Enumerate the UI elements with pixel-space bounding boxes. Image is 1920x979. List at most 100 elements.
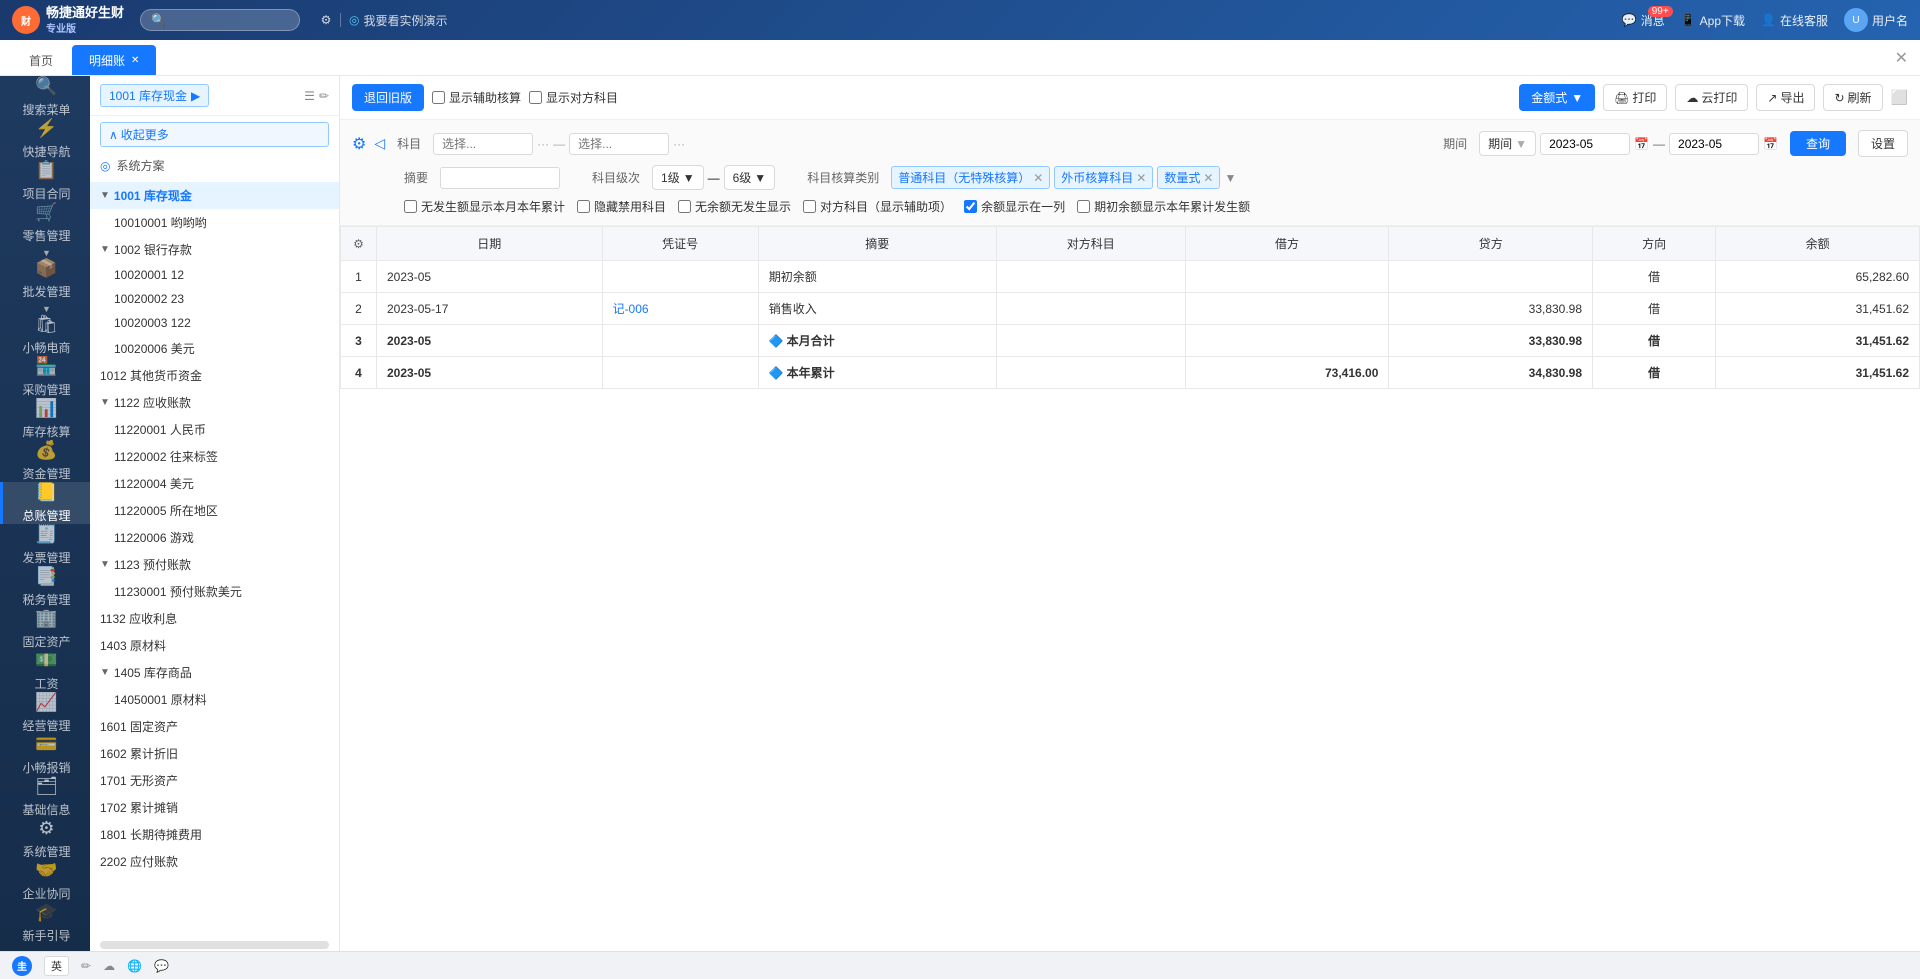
sidebar-item-wholesale[interactable]: 📦 批发管理 ▼: [0, 258, 90, 314]
sidebar-item-tax[interactable]: 📑 税务管理: [0, 566, 90, 608]
message-button[interactable]: 💬 消息 99+: [1622, 12, 1665, 29]
sidebar-item-system[interactable]: ⚙ 系统管理: [0, 818, 90, 860]
query-button[interactable]: 查询: [1790, 131, 1846, 156]
filter-tag-0-close[interactable]: ✕: [1033, 171, 1043, 185]
tree-item-11220006[interactable]: 11220006 游戏: [90, 524, 339, 551]
sidebar-item-assets[interactable]: 🏢 固定资产: [0, 608, 90, 650]
tree-item-11220001[interactable]: 11220001 人民币: [90, 416, 339, 443]
tree-item-1702[interactable]: 1702 累计摊销: [90, 794, 339, 821]
amount-format-button[interactable]: 金额式 ▼: [1519, 84, 1595, 111]
app-download-button[interactable]: 📱 App下载: [1681, 12, 1745, 29]
show-contra-checkbox[interactable]: 显示对方科目: [529, 89, 618, 106]
edit-icon[interactable]: ✏: [319, 89, 329, 103]
sidebar-item-finance[interactable]: 💰 资金管理: [0, 440, 90, 482]
subject-input[interactable]: [433, 133, 533, 155]
show-aux-checkbox[interactable]: 显示辅助核算: [432, 89, 521, 106]
period-type-button[interactable]: 期间 ▼: [1479, 131, 1536, 156]
tree-item-10020006[interactable]: 10020006 美元: [90, 335, 339, 362]
tab-close-icon[interactable]: ✕: [131, 55, 139, 66]
tree-item-11230001[interactable]: 11230001 预付账款美元: [90, 578, 339, 605]
filter-settings-icon[interactable]: ⚙: [352, 134, 366, 154]
account-tag[interactable]: 1001 库存现金 ▶: [100, 84, 209, 107]
tree-item-2202[interactable]: 2202 应付账款: [90, 848, 339, 875]
tree-scrollbar[interactable]: [100, 941, 329, 949]
tree-item-1701[interactable]: 1701 无形资产: [90, 767, 339, 794]
sidebar-item-ecommerce[interactable]: 🛍 小畅电商: [0, 314, 90, 356]
subject-calc-dropdown-icon[interactable]: ▼: [1224, 171, 1236, 185]
filter-collapse-icon[interactable]: ◁: [374, 135, 385, 152]
tree-item-11220005[interactable]: 11220005 所在地区: [90, 497, 339, 524]
sidebar-item-project[interactable]: 📋 项目合同: [0, 160, 90, 202]
level-end-button[interactable]: 6级 ▼: [724, 165, 776, 190]
checkbox-4[interactable]: 余额显示在一列: [964, 198, 1065, 215]
checkbox-0[interactable]: 无发生额显示本月本年累计: [404, 198, 565, 215]
panel-expand-icon[interactable]: ⬜: [1891, 89, 1908, 106]
expand-button[interactable]: ∧ 收起更多: [100, 122, 329, 147]
sidebar-item-ledger[interactable]: 📒 总账管理: [0, 482, 90, 524]
search-input[interactable]: [170, 13, 290, 27]
sidebar-gear-button[interactable]: ⚙: [0, 944, 90, 951]
tab-home[interactable]: 首页: [12, 45, 70, 75]
back-old-version-button[interactable]: 退回旧版: [352, 84, 424, 111]
period-end-calendar-icon[interactable]: 📅: [1763, 137, 1778, 151]
export-button[interactable]: ↗ 导出: [1756, 84, 1815, 111]
tree-item-10020001[interactable]: 10020001 12: [90, 263, 339, 287]
tree-item-14050001[interactable]: 14050001 原材料: [90, 686, 339, 713]
tree-item-1123[interactable]: ▼ 1123 预付账款: [90, 551, 339, 578]
sidebar-item-collab[interactable]: 🤝 企业协同: [0, 860, 90, 902]
tree-item-1403[interactable]: 1403 原材料: [90, 632, 339, 659]
tree-item-1405[interactable]: ▼ 1405 库存商品: [90, 659, 339, 686]
filter-tag-2-close[interactable]: ✕: [1203, 171, 1213, 185]
sidebar-item-expense[interactable]: 💳 小畅报销: [0, 734, 90, 776]
sidebar-item-purchase[interactable]: 🏪 采购管理: [0, 356, 90, 398]
checkbox-5[interactable]: 期初余额显示本年累计发生额: [1077, 198, 1250, 215]
top-search-box[interactable]: 🔍: [140, 9, 300, 31]
checkbox-1[interactable]: 隐藏禁用科目: [577, 198, 666, 215]
sidebar-item-management[interactable]: 📈 经营管理: [0, 692, 90, 734]
tree-item-11220002[interactable]: 11220002 往来标签: [90, 443, 339, 470]
tree-item-1132[interactable]: 1132 应收利息: [90, 605, 339, 632]
tree-item-1801[interactable]: 1801 长期待摊费用: [90, 821, 339, 848]
tree-item-1602[interactable]: 1602 累计折旧: [90, 740, 339, 767]
tree-item-10010001[interactable]: 10010001 哟哟哟: [90, 209, 339, 236]
sidebar-item-basic-info[interactable]: 🗂 基础信息: [0, 776, 90, 818]
sidebar-item-invoice[interactable]: 🧾 发票管理: [0, 524, 90, 566]
tab-close-all-icon[interactable]: ✕: [1895, 48, 1908, 68]
language-button[interactable]: 英: [44, 956, 69, 976]
tree-item-1122[interactable]: ▼ 1122 应收账款: [90, 389, 339, 416]
table-settings-icon[interactable]: ⚙: [353, 237, 364, 251]
checkbox-3[interactable]: 对方科目（显示辅助项）: [803, 198, 952, 215]
sidebar-item-salary[interactable]: 💵 工资: [0, 650, 90, 692]
sidebar-item-quick-nav[interactable]: ⚡ 快捷导航: [0, 118, 90, 160]
voucher-link[interactable]: 记-006: [613, 302, 649, 316]
status-icon-2[interactable]: ☁: [103, 959, 115, 973]
summary-input[interactable]: [440, 167, 560, 189]
help-button[interactable]: 圭: [12, 956, 32, 976]
refresh-button[interactable]: ↻ 刷新: [1823, 84, 1882, 111]
subject-end-input[interactable]: [569, 133, 669, 155]
status-icon-4[interactable]: 💬: [154, 959, 169, 973]
row-2-voucher[interactable]: 记-006: [602, 293, 758, 325]
filter-tag-1-close[interactable]: ✕: [1136, 171, 1146, 185]
tree-item-1601[interactable]: 1601 固定资产: [90, 713, 339, 740]
checkbox-2[interactable]: 无余额无发生显示: [678, 198, 791, 215]
online-service-button[interactable]: 👤 在线客服: [1761, 12, 1828, 29]
sidebar-item-search[interactable]: 🔍 搜索菜单: [0, 76, 90, 118]
sidebar-item-inventory[interactable]: 📊 库存核算: [0, 398, 90, 440]
sidebar-item-retail[interactable]: 🛒 零售管理 ▼: [0, 202, 90, 258]
subject-more-icon[interactable]: ···: [537, 137, 549, 151]
setting-button[interactable]: 设置: [1858, 130, 1908, 157]
subject-end-more-icon[interactable]: ···: [673, 137, 685, 151]
status-icon-1[interactable]: ✏: [81, 959, 91, 973]
list-view-icon[interactable]: ☰: [304, 89, 315, 103]
print-button[interactable]: 🖨 打印: [1603, 84, 1667, 111]
demo-link[interactable]: ◎ 我要看实例演示: [349, 12, 448, 29]
user-avatar[interactable]: U 用户名: [1844, 8, 1908, 32]
tree-item-11220004[interactable]: 11220004 美元: [90, 470, 339, 497]
table-header-settings[interactable]: ⚙: [341, 227, 377, 261]
tree-item-1001[interactable]: ▼ 1001 库存现金: [90, 182, 339, 209]
tree-item-10020002[interactable]: 10020002 23: [90, 287, 339, 311]
tree-item-1012[interactable]: 1012 其他货币资金: [90, 362, 339, 389]
tree-item-1002[interactable]: ▼ 1002 银行存款: [90, 236, 339, 263]
cloud-print-button[interactable]: ☁ 云打印: [1675, 84, 1748, 111]
